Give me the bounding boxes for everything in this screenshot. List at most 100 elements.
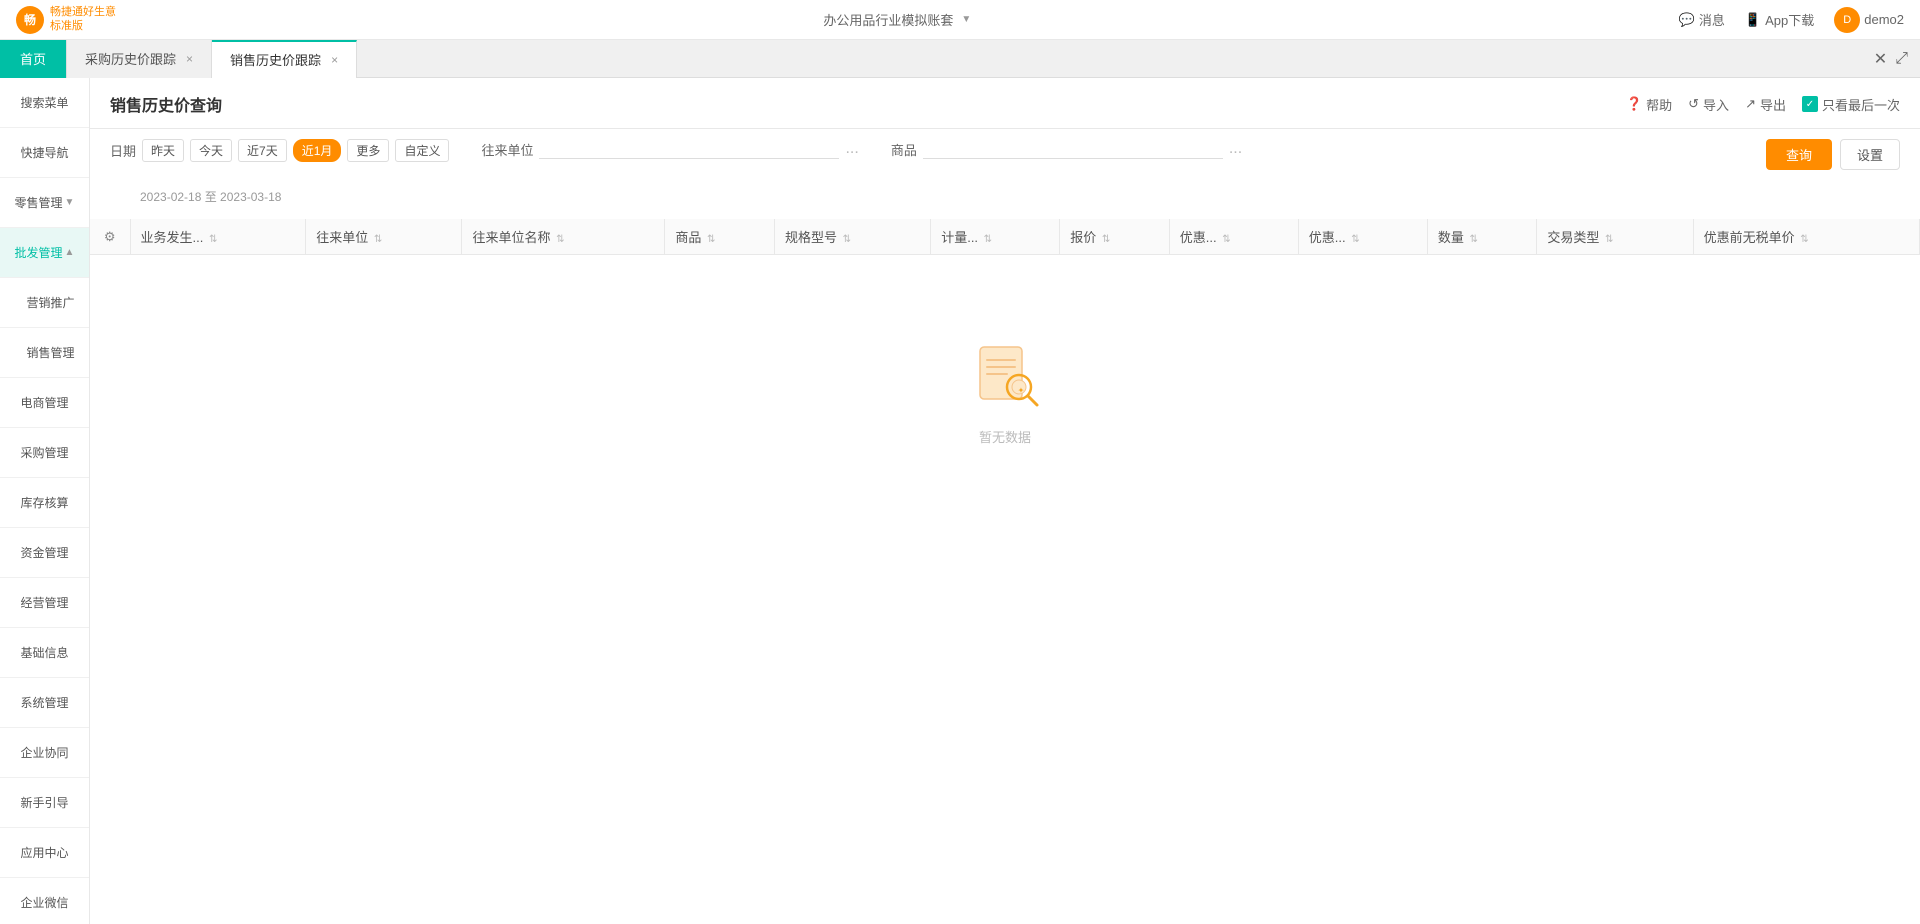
partner-filter-label: 往来单位 [481,140,533,159]
enterprise-wechat-label: 企业微信 [20,894,68,911]
download-icon: 📱 [1745,12,1761,28]
sort-icon: ⇅ [1469,234,1477,245]
th-spec[interactable]: 规格型号 ⇅ [774,219,930,255]
date-btn-7days[interactable]: 近7天 [238,139,287,162]
th-product[interactable]: 商品 ⇅ [665,219,775,255]
empty-text: 暂无数据 [979,427,1031,446]
empty-state: ✦ 暂无数据 [90,255,1920,526]
empty-illustration: ✦ [965,335,1045,415]
sort-icon: ⇅ [1605,234,1613,245]
product-input[interactable] [923,139,1223,159]
enterprise-collab-label: 企业协同 [20,744,68,761]
tab-sales-history[interactable]: 销售历史价跟踪 × [212,40,357,78]
th-discount1[interactable]: 优惠... ⇅ [1169,219,1298,255]
settings-button[interactable]: 设置 [1840,139,1900,170]
date-btn-yesterday[interactable]: 昨天 [142,139,184,162]
sidebar-item-search-menu[interactable]: 搜索菜单 [0,78,89,128]
sidebar-item-quick-nav[interactable]: 快捷导航 [0,128,89,178]
date-btn-today[interactable]: 今天 [190,139,232,162]
only-last-checkbox[interactable]: ✓ 只看最后一次 [1802,95,1900,114]
sidebar-item-operations-mgmt[interactable]: 经营管理 [0,578,89,628]
th-quote[interactable]: 报价 ⇅ [1060,219,1170,255]
sidebar-item-purchase-mgmt[interactable]: 采购管理 [0,428,89,478]
th-discount2[interactable]: 优惠... ⇅ [1298,219,1427,255]
fullscreen-button[interactable]: ⤢ [1895,50,1908,68]
sidebar-item-finance-mgmt[interactable]: 资金管理 [0,528,89,578]
retail-mgmt-label: 零售管理 [15,194,63,211]
date-range-display: 2023-02-18 至 2023-03-18 [140,190,281,204]
system-mgmt-label: 系统管理 [20,694,68,711]
ecommerce-mgmt-label: 电商管理 [20,394,68,411]
checkbox-icon[interactable]: ✓ [1802,96,1818,112]
operations-mgmt-label: 经营管理 [20,594,68,611]
quick-nav-label: 快捷导航 [20,144,68,161]
sidebar-item-system-mgmt[interactable]: 系统管理 [0,678,89,728]
tab-home[interactable]: 首页 [0,40,67,78]
product-filter-label: 商品 [891,140,917,159]
th-unit[interactable]: 计量... ⇅ [931,219,1060,255]
date-btn-custom[interactable]: 自定义 [395,139,449,162]
message-button[interactable]: 💬 消息 [1679,10,1725,29]
tab-close-purchase[interactable]: × [186,52,193,66]
tab-close-sales[interactable]: × [331,53,338,67]
th-partner-code[interactable]: 往来单位 ⇅ [306,219,462,255]
product-dots[interactable]: ... [1229,140,1242,158]
sort-icon: ⇅ [374,234,382,245]
sidebar-item-enterprise-wechat[interactable]: 企业微信 [0,878,89,924]
th-pre-tax-price[interactable]: 优惠前无税单价 ⇅ [1693,219,1919,255]
date-filter-label: 日期 [110,141,136,160]
data-table: ⚙ 业务发生... ⇅ 往来单位 ⇅ 往来单位名称 ⇅ 商品 ⇅ [90,219,1920,255]
sidebar-item-retail-mgmt[interactable]: 零售管理 ▼ [0,178,89,228]
sidebar-item-enterprise-collab[interactable]: 企业协同 [0,728,89,778]
sidebar-item-sales-mgmt[interactable]: 销售管理 [0,328,89,378]
th-biz-date[interactable]: 业务发生... ⇅ [130,219,306,255]
import-button[interactable]: ↺ 导入 [1688,95,1729,114]
tab-bar-actions: ✕ ⤢ [1874,49,1920,69]
inventory-label: 库存核算 [20,494,68,511]
page-actions: ❓ 帮助 ↺ 导入 ↗ 导出 ✓ 只看最后一次 [1626,95,1900,114]
sidebar-item-marketing[interactable]: 营销推广 [0,278,89,328]
query-button[interactable]: 查询 [1766,139,1832,170]
sidebar-item-app-center[interactable]: 应用中心 [0,828,89,878]
export-button[interactable]: ↗ 导出 [1745,95,1786,114]
sidebar-item-new-guide[interactable]: 新手引导 [0,778,89,828]
sidebar-item-inventory[interactable]: 库存核算 [0,478,89,528]
marketing-label: 营销推广 [26,294,74,311]
user-menu[interactable]: D demo2 [1834,7,1904,33]
sort-icon: ⇅ [843,234,851,245]
purchase-mgmt-label: 采购管理 [20,444,68,461]
app-download-button[interactable]: 📱 App下载 [1745,10,1814,29]
svg-text:✦: ✦ [1018,386,1025,395]
sort-icon: ⇅ [1800,234,1808,245]
export-icon: ↗ [1745,96,1756,112]
close-all-tabs-button[interactable]: ✕ [1874,49,1887,69]
partner-input[interactable] [539,139,839,159]
sidebar-item-wholesale-mgmt[interactable]: 批发管理 ▲ [0,228,89,278]
date-btn-1month[interactable]: 近1月 [293,139,342,162]
partner-dots[interactable]: ... [845,140,858,158]
import-icon: ↺ [1688,96,1699,112]
page-title: 销售历史价查询 [110,92,222,116]
th-trade-type[interactable]: 交易类型 ⇅ [1537,219,1693,255]
help-icon: ❓ [1626,96,1642,112]
top-bar: 畅 畅捷通好生意 标准版 办公用品行业模拟账套 ▼ 💬 消息 📱 App下载 D… [0,0,1920,40]
help-button[interactable]: ❓ 帮助 [1626,95,1672,114]
date-btn-more[interactable]: 更多 [347,139,389,162]
main-layout: 搜索菜单 快捷导航 零售管理 ▼ 批发管理 ▲ 营销推广 销售管理 电商管理 采… [0,78,1920,924]
wholesale-mgmt-label: 批发管理 [15,244,63,261]
th-partner-name[interactable]: 往来单位名称 ⇅ [462,219,665,255]
tab-purchase-history[interactable]: 采购历史价跟踪 × [67,40,212,78]
sidebar-item-ecommerce-mgmt[interactable]: 电商管理 [0,378,89,428]
new-guide-label: 新手引导 [20,794,68,811]
tab-bar: 首页 采购历史价跟踪 × 销售历史价跟踪 × ✕ ⤢ [0,40,1920,78]
gear-icon[interactable]: ⚙ [104,229,116,244]
th-quantity[interactable]: 数量 ⇅ [1427,219,1537,255]
message-icon: 💬 [1679,12,1695,28]
sidebar-item-basic-info[interactable]: 基础信息 [0,628,89,678]
logo-area: 畅 畅捷通好生意 标准版 [16,6,116,34]
sidebar: 搜索菜单 快捷导航 零售管理 ▼ 批发管理 ▲ 营销推广 销售管理 电商管理 采… [0,78,90,924]
app-selector[interactable]: 办公用品行业模拟账套 ▼ [823,10,971,29]
sales-mgmt-label: 销售管理 [26,344,74,361]
th-settings[interactable]: ⚙ [90,219,130,255]
dropdown-arrow-icon: ▼ [961,14,971,25]
